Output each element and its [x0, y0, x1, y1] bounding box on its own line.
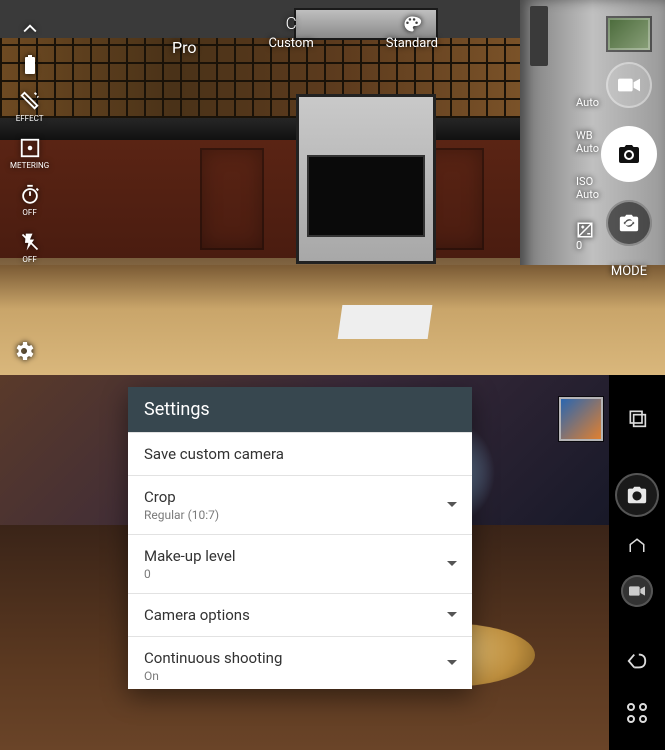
gallery-thumbnail-2[interactable] — [561, 399, 601, 439]
settings-panel: Settings Save custom camera Crop Regular… — [128, 387, 472, 689]
flash-button[interactable]: OFF — [10, 231, 49, 264]
grid-icon — [627, 703, 647, 723]
effect-label: EFFECT — [16, 114, 44, 123]
flash-off-label: OFF — [22, 255, 36, 264]
wb-button[interactable]: WB Auto — [576, 129, 599, 155]
switch-camera-button[interactable] — [606, 200, 652, 246]
chevron-up-icon — [19, 18, 41, 40]
recent-apps-button[interactable] — [624, 405, 650, 431]
collapse-button[interactable] — [10, 18, 49, 40]
metering-icon — [19, 137, 41, 159]
left-controls: EFFECT METERING OFF OFF — [10, 18, 49, 264]
home-icon — [628, 537, 646, 555]
settings-row-crop[interactable]: Crop Regular (10:7) — [128, 475, 472, 534]
af-label: Auto — [576, 96, 599, 109]
gear-icon — [12, 339, 36, 363]
settings-panel-title: Settings — [128, 387, 472, 432]
gallery-thumbnail[interactable] — [608, 18, 650, 50]
chevron-down-icon — [446, 558, 458, 570]
mode-standard[interactable]: Standard — [386, 14, 438, 57]
chevron-down-icon — [446, 657, 458, 669]
settings-row-save-custom[interactable]: Save custom camera — [128, 432, 472, 475]
wb-key: WB — [576, 129, 593, 142]
af-icon — [576, 82, 598, 96]
home-button[interactable] — [624, 533, 650, 559]
row-title: Continuous shooting — [144, 649, 456, 667]
mode-button[interactable]: MODE — [611, 264, 647, 279]
timer-icon — [19, 184, 41, 206]
metering-button[interactable]: METERING — [10, 137, 49, 170]
mode-selector: Pro C Custom Standard — [0, 14, 610, 57]
switch-camera-icon — [618, 212, 640, 234]
ev-value: 0 — [576, 239, 582, 252]
row-subtitle: Regular (10:7) — [144, 508, 456, 522]
mode-custom-label: Custom — [268, 36, 313, 51]
camera-icon — [626, 484, 648, 506]
video-record-button-2[interactable] — [621, 575, 653, 607]
shutter-button[interactable] — [601, 126, 657, 182]
chevron-down-icon — [446, 609, 458, 621]
row-subtitle: 0 — [144, 567, 456, 581]
recent-apps-icon — [627, 408, 647, 428]
row-title: Crop — [144, 488, 456, 506]
battery-indicator — [10, 54, 49, 76]
effect-button[interactable]: EFFECT — [10, 90, 49, 123]
camera-settings-screen: Settings Save custom camera Crop Regular… — [0, 375, 665, 750]
iso-key: ISO — [576, 175, 593, 188]
iso-button[interactable]: ISO Auto — [576, 175, 599, 201]
back-button[interactable] — [624, 648, 650, 674]
timer-off-label: OFF — [22, 208, 36, 217]
exposure-icon — [576, 221, 594, 239]
af-button[interactable]: Auto — [576, 82, 599, 109]
pro-params: Auto WB Auto ISO Auto 0 — [576, 82, 599, 252]
metering-label: METERING — [10, 161, 49, 170]
chevron-down-icon — [446, 499, 458, 511]
mode-pro[interactable]: Pro — [172, 14, 196, 57]
video-icon — [618, 77, 640, 93]
ev-button[interactable]: 0 — [576, 221, 599, 252]
settings-button[interactable] — [12, 339, 36, 363]
palette-icon — [402, 14, 422, 34]
mode-grid-button[interactable] — [624, 700, 650, 726]
iso-label: Auto — [576, 188, 599, 201]
video-record-button[interactable] — [606, 62, 652, 108]
custom-c-icon: C — [286, 14, 297, 34]
effect-icon — [19, 90, 41, 112]
system-nav-bar — [609, 375, 665, 750]
mode-standard-label: Standard — [386, 36, 438, 51]
camera-icon — [617, 142, 641, 166]
wb-label: Auto — [576, 142, 599, 155]
settings-row-camera-options[interactable]: Camera options — [128, 593, 472, 636]
settings-row-makeup[interactable]: Make-up level 0 — [128, 534, 472, 593]
video-icon — [629, 585, 645, 597]
capture-column: MODE — [601, 0, 657, 375]
flash-off-icon — [19, 231, 41, 253]
row-title: Save custom camera — [144, 445, 456, 463]
row-title: Make-up level — [144, 547, 456, 565]
back-icon — [626, 650, 648, 672]
battery-icon — [19, 54, 41, 76]
settings-row-continuous[interactable]: Continuous shooting On — [128, 636, 472, 689]
row-subtitle: On — [144, 669, 456, 683]
mode-pro-label: Pro — [172, 38, 196, 57]
shutter-button-2[interactable] — [615, 473, 659, 517]
camera-pro-screen: Pro C Custom Standard EFFECT — [0, 0, 665, 375]
row-title: Camera options — [144, 606, 456, 624]
mode-custom[interactable]: C Custom — [268, 14, 313, 57]
timer-button[interactable]: OFF — [10, 184, 49, 217]
